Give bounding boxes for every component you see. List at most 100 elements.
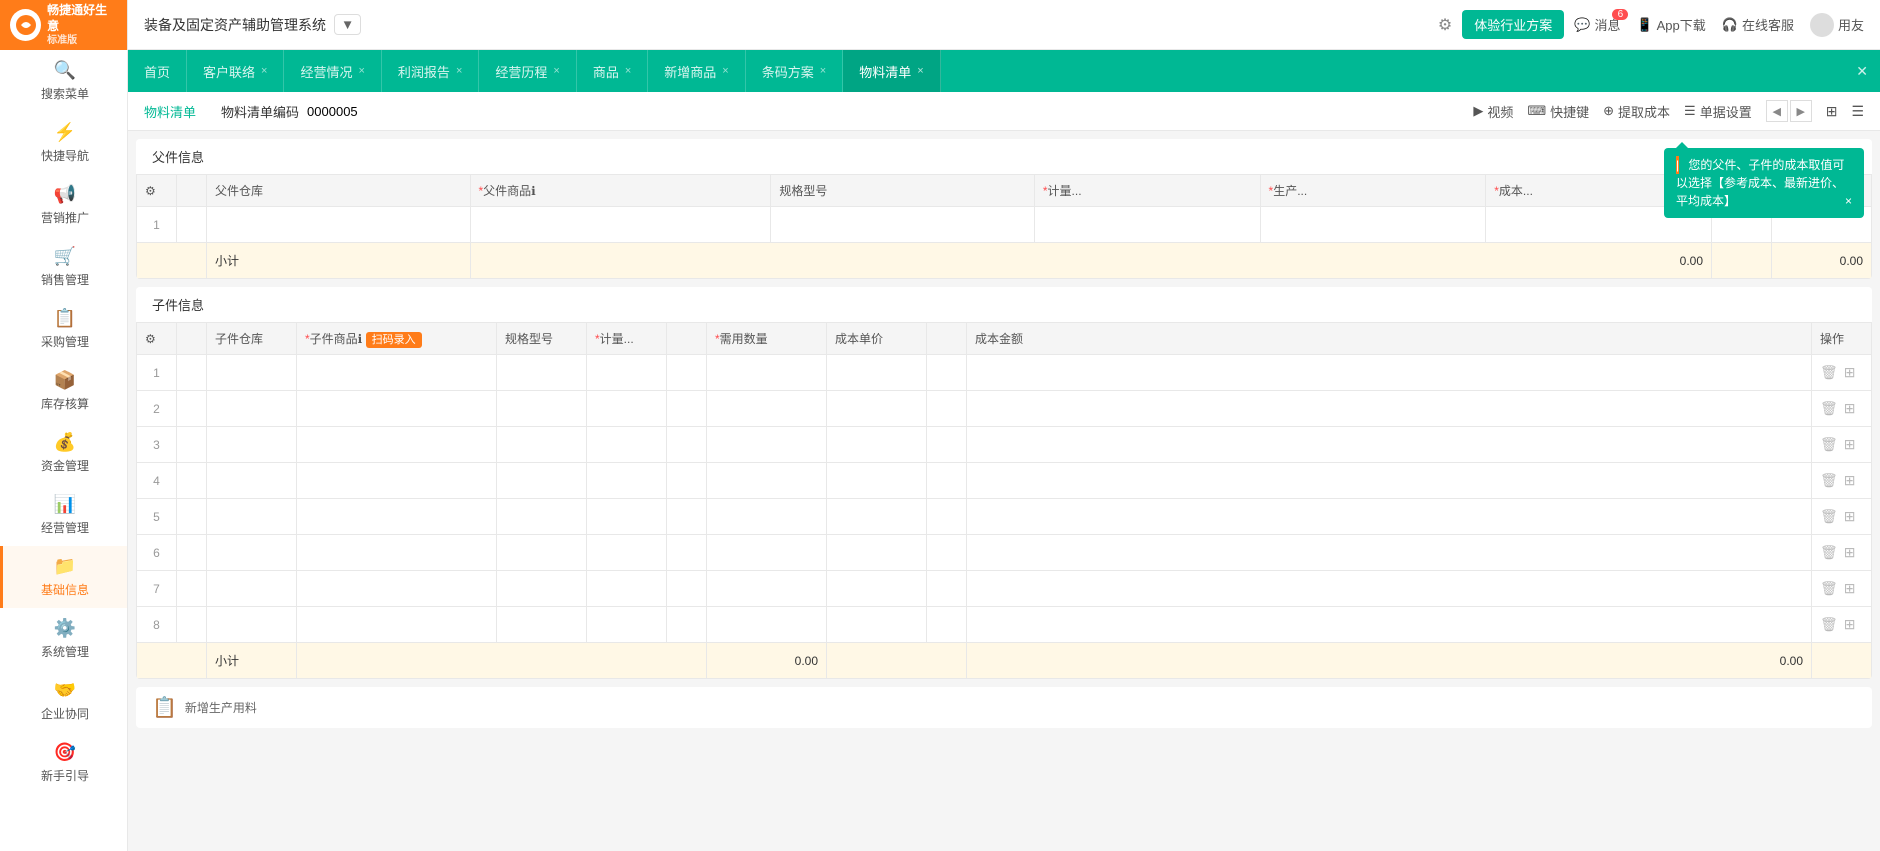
- copy-icon-7[interactable]: ⊞: [1844, 580, 1856, 597]
- parent-cell-goods-1[interactable]: [470, 207, 771, 243]
- copy-icon-8[interactable]: ⊞: [1844, 616, 1856, 633]
- tab-history[interactable]: 经营历程 ×: [479, 50, 576, 92]
- tab-barcode[interactable]: 条码方案 ×: [746, 50, 843, 92]
- settings-icon[interactable]: ⚙: [1438, 15, 1452, 35]
- sidebar-item-sales[interactable]: 🛒 销售管理: [0, 236, 127, 298]
- child-cell-sp2-1: [927, 355, 967, 391]
- child-cell-goods-2[interactable]: [297, 391, 497, 427]
- lightning-icon: ⚡: [54, 122, 76, 143]
- tab-home[interactable]: 首页: [128, 50, 187, 92]
- parent-cell-warehouse-1[interactable]: [207, 207, 471, 243]
- delete-icon-5[interactable]: 🗑: [1820, 508, 1838, 525]
- child-cell-ucost-2[interactable]: [827, 391, 927, 427]
- tab-close-new-goods[interactable]: ×: [722, 65, 728, 77]
- delete-icon-4[interactable]: 🗑: [1820, 472, 1838, 489]
- child-row-1: 1 🗑 ⊞: [137, 355, 1872, 391]
- copy-icon-6[interactable]: ⊞: [1844, 544, 1856, 561]
- child-cell-unit-2[interactable]: [587, 391, 667, 427]
- copy-icon-3[interactable]: ⊞: [1844, 436, 1856, 453]
- system-dropdown-button[interactable]: ▼: [334, 14, 361, 35]
- grid-view-icon[interactable]: ⊞: [1826, 103, 1838, 120]
- sidebar-item-system[interactable]: ⚙️ 系统管理: [0, 608, 127, 670]
- child-row-num-3: 3: [137, 427, 177, 463]
- tab-close-barcode[interactable]: ×: [820, 65, 826, 77]
- child-cell-goods-1[interactable]: [297, 355, 497, 391]
- tab-bom[interactable]: 物料清单 ×: [843, 50, 940, 92]
- child-row-6: 6 🗑 ⊞: [137, 535, 1872, 571]
- app-download-button[interactable]: 📱 App下载: [1636, 15, 1705, 34]
- child-col-warehouse: 子件仓库: [207, 323, 297, 355]
- child-col-spacer2: [927, 323, 967, 355]
- scan-input-badge[interactable]: 扫码录入: [366, 332, 422, 348]
- child-cell-spec-2[interactable]: [497, 391, 587, 427]
- delete-icon-8[interactable]: 🗑: [1820, 616, 1838, 633]
- sidebar: 畅捷通好生意 标准版 🔍 搜索菜单 ⚡ 快捷导航 📢 营销推广 🛒 销售管理 📋…: [0, 0, 128, 851]
- delete-icon-2[interactable]: 🗑: [1820, 400, 1838, 417]
- tab-profit[interactable]: 利润报告 ×: [382, 50, 479, 92]
- child-cell-spec-1[interactable]: [497, 355, 587, 391]
- tab-goods[interactable]: 商品 ×: [577, 50, 648, 92]
- child-col-settings[interactable]: ⚙: [137, 323, 177, 355]
- shortcut-button[interactable]: ⌨ 快捷键: [1527, 102, 1589, 121]
- parent-subtotal-amount2: 0.00: [1772, 243, 1872, 279]
- extract-cost-button[interactable]: ⊕ 提取成本: [1603, 102, 1670, 121]
- doc-settings-icon: ☰: [1684, 103, 1696, 119]
- sidebar-item-operations[interactable]: 📊 经营管理: [0, 484, 127, 546]
- copy-icon-2[interactable]: ⊞: [1844, 400, 1856, 417]
- child-col-goods: *子件商品ℹ 扫码录入: [297, 323, 497, 355]
- message-button[interactable]: 💬 消息 6: [1574, 15, 1620, 34]
- tooltip-close-button[interactable]: ×: [1845, 192, 1852, 210]
- parent-cell-produce-1[interactable]: [1260, 207, 1486, 243]
- sidebar-item-basic-info[interactable]: 📁 基础信息: [0, 546, 127, 608]
- tab-close-operations[interactable]: ×: [358, 65, 364, 77]
- tab-operations[interactable]: 经营情况 ×: [284, 50, 381, 92]
- view-video-button[interactable]: ▶ 视频: [1473, 102, 1513, 121]
- delete-icon-6[interactable]: 🗑: [1820, 544, 1838, 561]
- child-col-unit: *计量...: [587, 323, 667, 355]
- tab-close-history[interactable]: ×: [553, 65, 559, 77]
- copy-icon-4[interactable]: ⊞: [1844, 472, 1856, 489]
- tab-new-goods[interactable]: 新增商品 ×: [648, 50, 745, 92]
- add-row-icon[interactable]: 📋: [152, 695, 177, 720]
- list-view-icon[interactable]: ☰: [1851, 103, 1864, 120]
- child-cell-wh-1[interactable]: [207, 355, 297, 391]
- online-service-button[interactable]: 🎧 在线客服: [1722, 15, 1794, 34]
- search-icon: 🔍: [54, 60, 76, 81]
- delete-icon-3[interactable]: 🗑: [1820, 436, 1838, 453]
- delete-icon-7[interactable]: 🗑: [1820, 580, 1838, 597]
- close-all-tabs-button[interactable]: ✕: [1844, 63, 1880, 80]
- tab-close-goods[interactable]: ×: [625, 65, 631, 77]
- child-row-num-5: 5: [137, 499, 177, 535]
- next-record-button[interactable]: ▶: [1790, 100, 1812, 122]
- tab-close-profit[interactable]: ×: [456, 65, 462, 77]
- delete-icon-1[interactable]: 🗑: [1820, 364, 1838, 381]
- parent-col-settings[interactable]: ⚙: [137, 175, 177, 207]
- phone-icon: 📱: [1636, 17, 1652, 33]
- sidebar-item-purchase[interactable]: 📋 采购管理: [0, 298, 127, 360]
- sidebar-item-inventory[interactable]: 📦 库存核算: [0, 360, 127, 422]
- tab-customer[interactable]: 客户联络 ×: [187, 50, 284, 92]
- prev-record-button[interactable]: ◀: [1766, 100, 1788, 122]
- tab-close-bom[interactable]: ×: [917, 65, 923, 77]
- sidebar-item-finance[interactable]: 💰 资金管理: [0, 422, 127, 484]
- child-cell-wh-2[interactable]: [207, 391, 297, 427]
- child-cell-qty-1[interactable]: [707, 355, 827, 391]
- sidebar-item-enterprise[interactable]: 🤝 企业协同: [0, 670, 127, 732]
- trial-button[interactable]: 体验行业方案: [1462, 10, 1564, 39]
- copy-icon-1[interactable]: ⊞: [1844, 364, 1856, 381]
- sidebar-item-guide[interactable]: 🎯 新手引导: [0, 732, 127, 794]
- child-cell-ucost-1[interactable]: [827, 355, 927, 391]
- child-cell-qty-2[interactable]: [707, 391, 827, 427]
- sidebar-item-marketing[interactable]: 📢 营销推广: [0, 174, 127, 236]
- tab-close-customer[interactable]: ×: [261, 65, 267, 77]
- single-settings-button[interactable]: ☰ 单据设置: [1684, 102, 1752, 121]
- breadcrumb-parent[interactable]: 物料清单: [144, 102, 196, 121]
- parent-cell-spec-1[interactable]: [771, 207, 1035, 243]
- child-cell-sp1-1: [667, 355, 707, 391]
- user-menu[interactable]: 用友: [1810, 13, 1864, 37]
- parent-cell-unit-1[interactable]: [1034, 207, 1260, 243]
- sidebar-item-search[interactable]: 🔍 搜索菜单: [0, 50, 127, 112]
- copy-icon-5[interactable]: ⊞: [1844, 508, 1856, 525]
- child-cell-unit-1[interactable]: [587, 355, 667, 391]
- sidebar-item-quick-nav[interactable]: ⚡ 快捷导航: [0, 112, 127, 174]
